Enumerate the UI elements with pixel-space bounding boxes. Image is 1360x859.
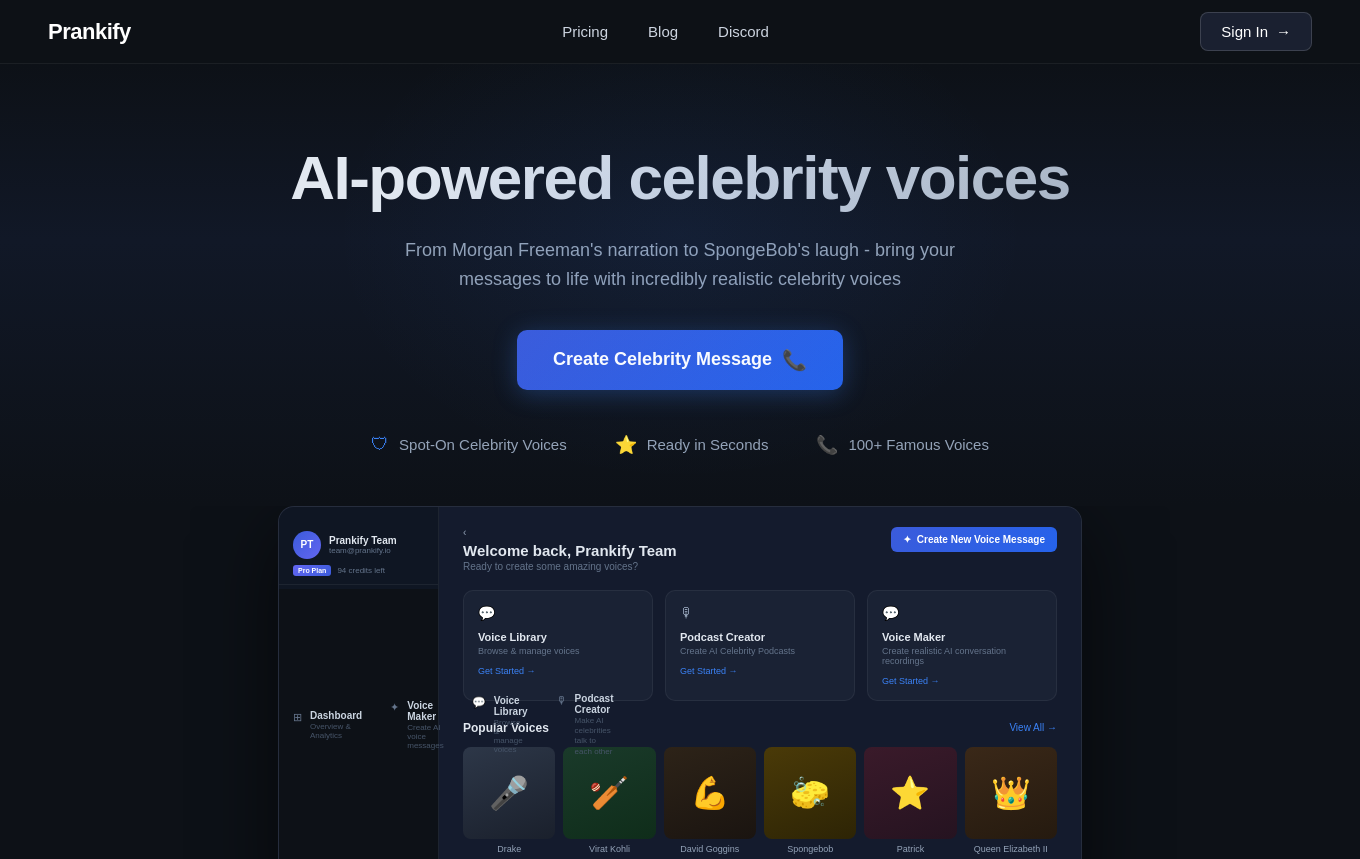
back-arrow[interactable]: ‹ <box>463 527 677 538</box>
nav-link-blog[interactable]: Blog <box>648 23 678 40</box>
card-voice-maker-link[interactable]: Get Started → <box>882 676 1042 686</box>
voice-thumb-patrick: ⭐ <box>864 747 956 839</box>
sidebar-item-voice-library[interactable]: 💬 Voice Library Browse & manage voices <box>458 688 542 761</box>
voice-card-spongebob[interactable]: 🧽 Spongebob <box>764 747 856 854</box>
card-podcast-creator[interactable]: 🎙 Podcast Creator Create AI Celebrity Po… <box>665 590 855 701</box>
voice-name-spongebob: Spongebob <box>764 844 856 854</box>
voice-name-queen: Queen Elizabeth II <box>965 844 1057 854</box>
dashboard-icon: ⊞ <box>293 711 302 724</box>
avatar: PT <box>293 531 321 559</box>
sidebar-item-dashboard[interactable]: ⊞ Dashboard Overview & Analytics <box>279 703 376 747</box>
sidebar-item-voice-maker[interactable]: ✦ Voice Maker Create AI voice messages <box>376 693 457 757</box>
voice-name-patrick: Patrick <box>864 844 956 854</box>
sidebar-voice-library-title: Voice Library <box>494 695 528 717</box>
hero-section: AI-powered celebrity voices From Morgan … <box>0 64 1360 506</box>
card-voice-maker-title: Voice Maker <box>882 631 1042 643</box>
voice-name-virat: Virat Kohli <box>563 844 655 854</box>
voice-thumb-spongebob: 🧽 <box>764 747 856 839</box>
feature-voices: 📞 100+ Famous Voices <box>816 434 989 456</box>
cards-row: 💬 Voice Library Browse & manage voices G… <box>463 590 1057 701</box>
back-chevron: ‹ <box>463 527 466 538</box>
feature-spot-on-label: Spot-On Celebrity Voices <box>399 436 567 453</box>
sidebar-voice-library-sub: Browse & manage voices <box>494 718 528 754</box>
feature-spot-on: 🛡 Spot-On Celebrity Voices <box>371 434 567 455</box>
signin-button[interactable]: Sign In → <box>1200 12 1312 51</box>
preview-window: PT Prankify Team team@prankify.io Pro Pl… <box>278 506 1082 859</box>
hero-cta-label: Create Celebrity Message <box>553 349 772 370</box>
feature-ready-label: Ready in Seconds <box>647 436 769 453</box>
voice-card-goggins[interactable]: 💪 David Goggins <box>664 747 756 854</box>
shield-icon: 🛡 <box>371 434 389 455</box>
card-podcast-icon: 🎙 <box>680 605 840 621</box>
voice-name-drake: Drake <box>463 844 555 854</box>
hero-title: AI-powered celebrity voices <box>48 144 1312 212</box>
header-left: ‹ Welcome back, Prankify Team Ready to c… <box>463 527 677 572</box>
preview-header: ‹ Welcome back, Prankify Team Ready to c… <box>463 527 1057 572</box>
pro-badge: Pro Plan <box>293 565 331 576</box>
sidebar-dashboard-sub: Overview & Analytics <box>310 722 362 740</box>
nav-link-discord[interactable]: Discord <box>718 23 769 40</box>
navbar: Prankify Pricing Blog Discord Sign In → <box>0 0 1360 64</box>
phone-icon: 📞 <box>816 434 838 456</box>
sidebar-dashboard-title: Dashboard <box>310 710 362 721</box>
card-podcast-title: Podcast Creator <box>680 631 840 643</box>
signin-arrow: → <box>1276 23 1291 40</box>
podcast-icon: 🎙 <box>556 694 567 706</box>
sidebar: PT Prankify Team team@prankify.io Pro Pl… <box>279 507 439 859</box>
feature-voices-label: 100+ Famous Voices <box>848 436 989 453</box>
hero-cta-icon: 📞 <box>782 348 807 372</box>
card-voice-maker-icon: 💬 <box>882 605 1042 621</box>
sidebar-podcast-title: Podcast Creator <box>575 693 614 715</box>
sidebar-email: team@prankify.io <box>329 546 424 555</box>
card-voice-maker-sub: Create realistic AI conversation recordi… <box>882 646 1042 666</box>
hero-cta-button[interactable]: Create Celebrity Message 📞 <box>517 330 843 390</box>
nav-links: Pricing Blog Discord <box>562 23 769 40</box>
view-all-button[interactable]: View All → <box>1009 722 1057 733</box>
card-podcast-link[interactable]: Get Started → <box>680 666 840 676</box>
create-new-voice-button[interactable]: ✦ Create New Voice Message <box>891 527 1057 552</box>
wand-icon: ✦ <box>903 534 911 545</box>
voice-maker-icon: ✦ <box>390 701 399 714</box>
preview-main: ‹ Welcome back, Prankify Team Ready to c… <box>439 507 1081 859</box>
sidebar-voice-maker-title: Voice Maker <box>407 700 443 722</box>
sidebar-username: Prankify Team <box>329 535 424 546</box>
sidebar-nav: ⊞ Dashboard Overview & Analytics ✦ Voice… <box>279 589 438 859</box>
signin-label: Sign In <box>1221 23 1268 40</box>
nav-logo[interactable]: Prankify <box>48 19 131 45</box>
sidebar-voice-maker-sub: Create AI voice messages <box>407 723 443 750</box>
voice-name-goggins: David Goggins <box>664 844 756 854</box>
preview-section: PT Prankify Team team@prankify.io Pro Pl… <box>230 506 1130 859</box>
sidebar-user-section: PT Prankify Team team@prankify.io Pro Pl… <box>279 523 438 585</box>
sidebar-item-podcast[interactable]: 🎙 Podcast Creator Make AI celebrities ta… <box>542 686 628 765</box>
feature-ready: ⭐ Ready in Seconds <box>615 434 769 456</box>
card-voice-library-title: Voice Library <box>478 631 638 643</box>
voice-card-patrick[interactable]: ⭐ Patrick <box>864 747 956 854</box>
voice-thumb-goggins: 💪 <box>664 747 756 839</box>
nav-link-pricing[interactable]: Pricing <box>562 23 608 40</box>
card-podcast-sub: Create AI Celebrity Podcasts <box>680 646 840 656</box>
create-btn-label: Create New Voice Message <box>917 534 1045 545</box>
card-voice-library-sub: Browse & manage voices <box>478 646 638 656</box>
hero-subtitle: From Morgan Freeman's narration to Spong… <box>390 236 970 294</box>
voice-card-queen[interactable]: 👑 Queen Elizabeth II <box>965 747 1057 854</box>
hero-features: 🛡 Spot-On Celebrity Voices ⭐ Ready in Se… <box>48 434 1312 456</box>
star-icon: ⭐ <box>615 434 637 456</box>
voice-thumb-queen: 👑 <box>965 747 1057 839</box>
sidebar-podcast-sub: Make AI celebrities talk to each other <box>575 716 614 758</box>
card-voice-library-icon: 💬 <box>478 605 638 621</box>
credits-text: 94 credits left <box>337 566 385 575</box>
card-voice-maker[interactable]: 💬 Voice Maker Create realistic AI conver… <box>867 590 1057 701</box>
welcome-sub: Ready to create some amazing voices? <box>463 561 677 572</box>
voice-library-icon: 💬 <box>472 696 486 709</box>
card-voice-library[interactable]: 💬 Voice Library Browse & manage voices G… <box>463 590 653 701</box>
card-voice-library-link[interactable]: Get Started → <box>478 666 638 676</box>
welcome-title: Welcome back, Prankify Team <box>463 542 677 559</box>
